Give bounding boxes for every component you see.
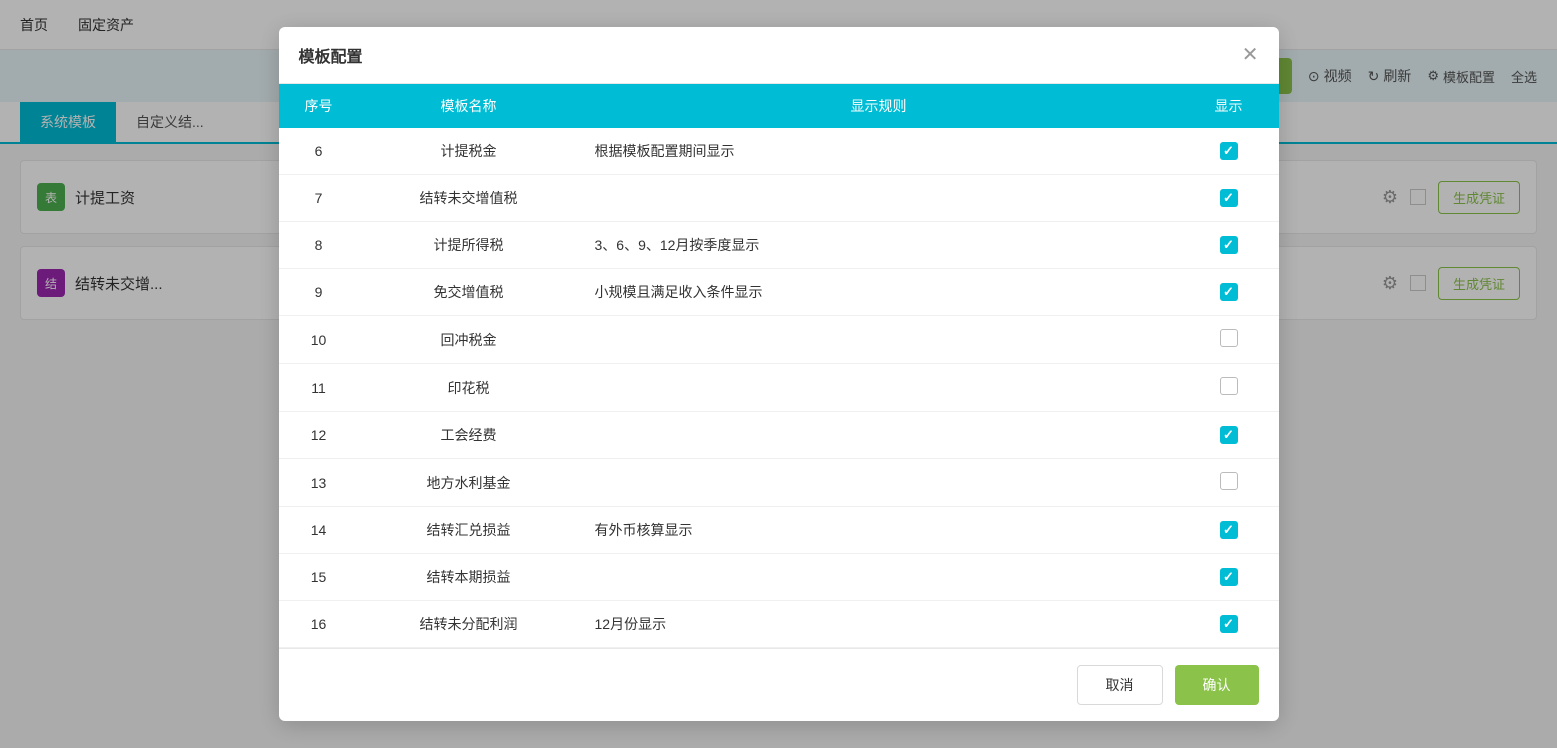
cancel-button[interactable]: 取消 [1077, 665, 1163, 705]
cell-seq: 15 [279, 554, 359, 601]
checkbox-row-10[interactable] [1220, 615, 1238, 633]
table-row: 7结转未交增值税 [279, 175, 1279, 222]
col-rule: 显示规则 [579, 84, 1179, 128]
cell-rule: 3、6、9、12月按季度显示 [579, 222, 1179, 269]
table-row: 11印花税 [279, 364, 1279, 412]
cell-seq: 16 [279, 601, 359, 648]
cell-checkbox [1179, 128, 1279, 175]
cell-name: 工会经费 [359, 412, 579, 459]
cell-checkbox [1179, 175, 1279, 222]
checkbox-row-2[interactable] [1220, 236, 1238, 254]
cell-name: 计提所得税 [359, 222, 579, 269]
checkbox-row-7[interactable] [1220, 472, 1238, 490]
cell-seq: 10 [279, 316, 359, 364]
col-seq: 序号 [279, 84, 359, 128]
cell-name: 印花税 [359, 364, 579, 412]
cell-checkbox [1179, 459, 1279, 507]
cell-checkbox [1179, 412, 1279, 459]
cell-rule: 根据模板配置期间显示 [579, 128, 1179, 175]
table-row: 15结转本期损益 [279, 554, 1279, 601]
cell-name: 结转本期损益 [359, 554, 579, 601]
cell-name: 计提税金 [359, 128, 579, 175]
checkbox-row-5[interactable] [1220, 377, 1238, 395]
config-table: 序号 模板名称 显示规则 显示 6计提税金根据模板配置期间显示7结转未交增值税8… [279, 84, 1279, 648]
cell-rule: 有外币核算显示 [579, 507, 1179, 554]
cell-name: 结转未交增值税 [359, 175, 579, 222]
cell-seq: 6 [279, 128, 359, 175]
table-row: 16结转未分配利润12月份显示 [279, 601, 1279, 648]
cell-rule [579, 364, 1179, 412]
checkbox-row-0[interactable] [1220, 142, 1238, 160]
modal-close-button[interactable]: ✕ [1242, 45, 1259, 65]
cell-checkbox [1179, 507, 1279, 554]
cell-checkbox [1179, 222, 1279, 269]
table-row: 6计提税金根据模板配置期间显示 [279, 128, 1279, 175]
cell-checkbox [1179, 316, 1279, 364]
table-row: 12工会经费 [279, 412, 1279, 459]
modal-footer: 取消 确认 [279, 648, 1279, 721]
table-row: 8计提所得税3、6、9、12月按季度显示 [279, 222, 1279, 269]
cell-seq: 7 [279, 175, 359, 222]
table-row: 9免交增值税小规模且满足收入条件显示 [279, 269, 1279, 316]
table-row: 13地方水利基金 [279, 459, 1279, 507]
cell-seq: 13 [279, 459, 359, 507]
checkbox-row-9[interactable] [1220, 568, 1238, 586]
confirm-button[interactable]: 确认 [1175, 665, 1259, 705]
checkbox-row-6[interactable] [1220, 426, 1238, 444]
checkbox-row-8[interactable] [1220, 521, 1238, 539]
cell-checkbox [1179, 269, 1279, 316]
cell-name: 结转未分配利润 [359, 601, 579, 648]
cell-seq: 11 [279, 364, 359, 412]
col-display: 显示 [1179, 84, 1279, 128]
cell-name: 结转汇兑损益 [359, 507, 579, 554]
table-row: 14结转汇兑损益有外币核算显示 [279, 507, 1279, 554]
cell-rule [579, 175, 1179, 222]
cell-seq: 9 [279, 269, 359, 316]
checkbox-row-1[interactable] [1220, 189, 1238, 207]
cell-checkbox [1179, 364, 1279, 412]
cell-rule [579, 412, 1179, 459]
cell-rule [579, 316, 1179, 364]
cell-checkbox [1179, 601, 1279, 648]
cell-name: 免交增值税 [359, 269, 579, 316]
cell-name: 地方水利基金 [359, 459, 579, 507]
modal-body: 序号 模板名称 显示规则 显示 6计提税金根据模板配置期间显示7结转未交增值税8… [279, 84, 1279, 648]
cell-rule: 12月份显示 [579, 601, 1179, 648]
cell-rule [579, 554, 1179, 601]
modal-overlay: 模板配置 ✕ 序号 模板名称 显示规则 显示 6计提税金根据模板配置期间显示7结… [0, 0, 1557, 748]
cell-name: 回冲税金 [359, 316, 579, 364]
table-header-row: 序号 模板名称 显示规则 显示 [279, 84, 1279, 128]
checkbox-row-3[interactable] [1220, 283, 1238, 301]
table-row: 10回冲税金 [279, 316, 1279, 364]
checkbox-row-4[interactable] [1220, 329, 1238, 347]
cell-rule: 小规模且满足收入条件显示 [579, 269, 1179, 316]
col-name: 模板名称 [359, 84, 579, 128]
modal-header: 模板配置 ✕ [279, 27, 1279, 84]
cell-seq: 12 [279, 412, 359, 459]
cell-seq: 8 [279, 222, 359, 269]
cell-checkbox [1179, 554, 1279, 601]
cell-seq: 14 [279, 507, 359, 554]
cell-rule [579, 459, 1179, 507]
modal-title: 模板配置 [299, 43, 363, 67]
modal-template-config: 模板配置 ✕ 序号 模板名称 显示规则 显示 6计提税金根据模板配置期间显示7结… [279, 27, 1279, 721]
